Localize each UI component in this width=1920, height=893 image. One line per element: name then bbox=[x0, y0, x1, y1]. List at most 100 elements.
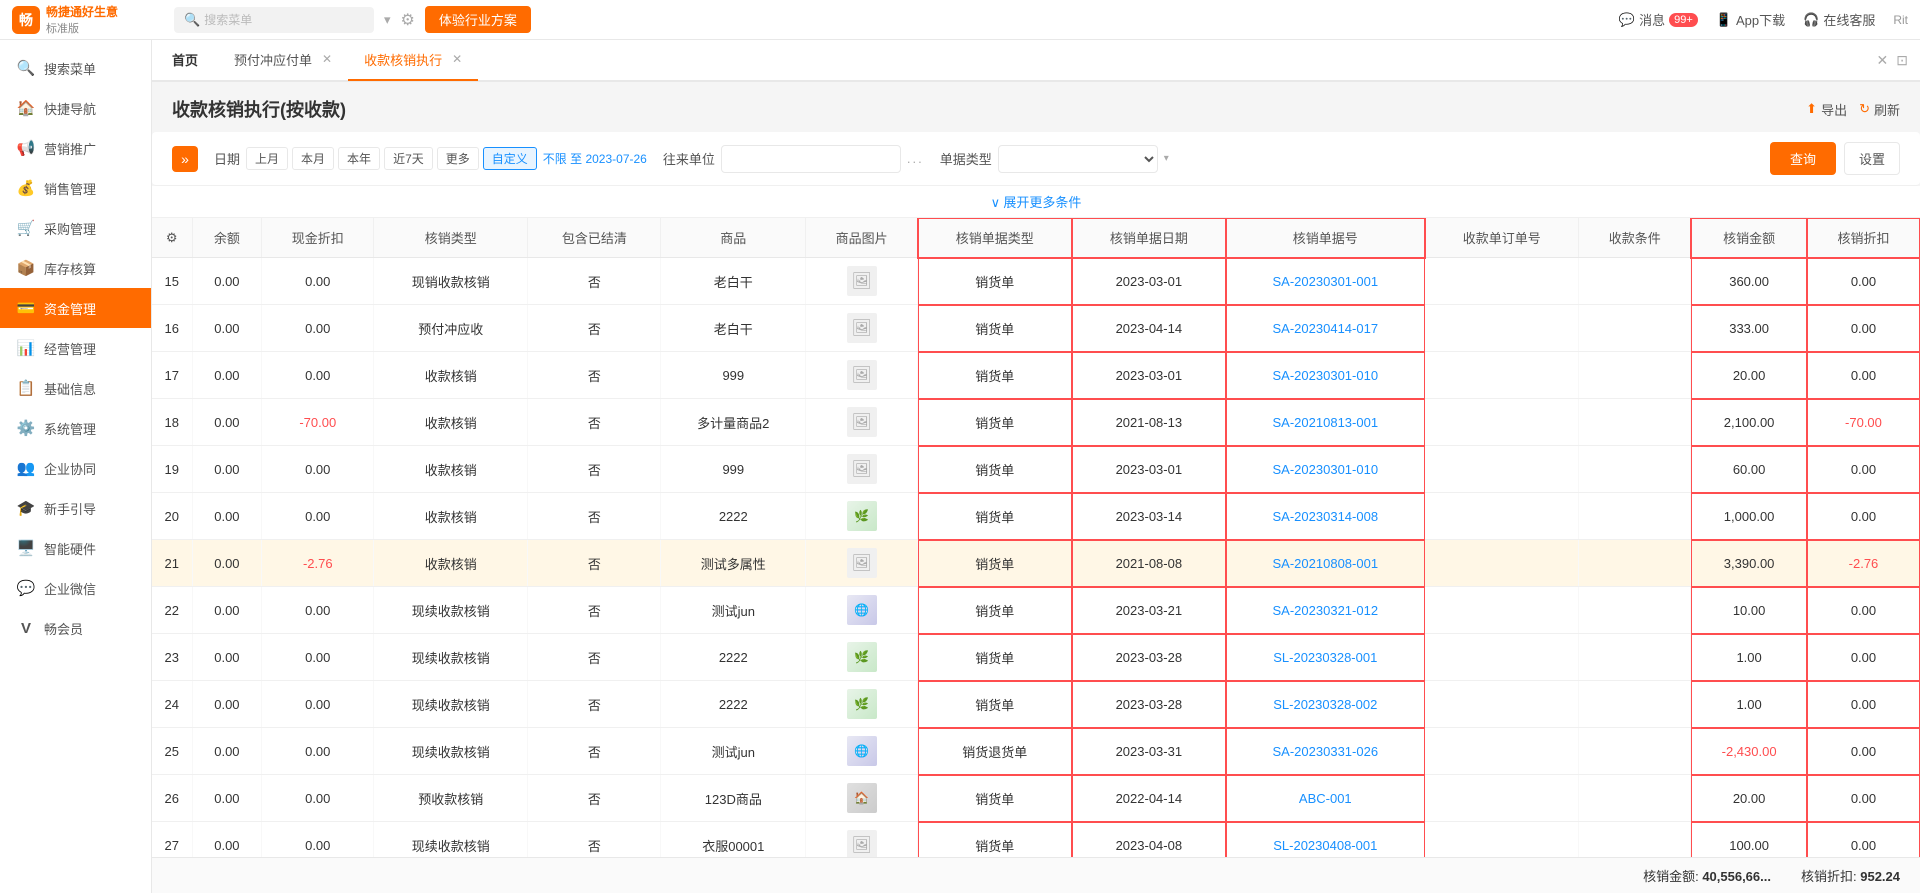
doc-no-link[interactable]: SL-20230408-001 bbox=[1273, 838, 1377, 853]
sidebar-item-nav[interactable]: 🏠 快捷导航 bbox=[0, 88, 151, 128]
cell-writeoff-doc-no[interactable]: SL-20230408-001 bbox=[1226, 822, 1425, 858]
maximize-icon[interactable]: ⊡ bbox=[1896, 52, 1908, 69]
message-btn[interactable]: 💬 消息 99+ bbox=[1619, 10, 1698, 29]
app-download-btn[interactable]: 📱 App下载 bbox=[1716, 10, 1785, 29]
sidebar-item-purchase[interactable]: 🛒 采购管理 bbox=[0, 208, 151, 248]
product-img-thumb: 🌿 bbox=[847, 501, 877, 531]
expand-conditions-bar[interactable]: ∨ 展开更多条件 bbox=[152, 186, 1920, 218]
cell-writeoff-doc-no[interactable]: SA-20230331-026 bbox=[1226, 728, 1425, 775]
cell-writeoff-doc-date: 2023-03-21 bbox=[1072, 587, 1226, 634]
sidebar-item-operations[interactable]: 📊 经营管理 bbox=[0, 328, 151, 368]
query-btn[interactable]: 查询 bbox=[1770, 142, 1836, 175]
doc-no-link[interactable]: SA-20230331-026 bbox=[1273, 744, 1379, 759]
doc-no-link[interactable]: SA-20230321-012 bbox=[1273, 603, 1379, 618]
logo-area: 畅 畅捷通好生意 标准版 bbox=[12, 3, 164, 36]
table-row: 27 0.00 0.00 现续收款核销 否 衣服00001 🖼 销货单 2023… bbox=[152, 822, 1920, 858]
date-more[interactable]: 更多 bbox=[437, 147, 479, 170]
cell-writeoff-doc-type: 销货单 bbox=[918, 399, 1072, 446]
sidebar-item-basic-info[interactable]: 📋 基础信息 bbox=[0, 368, 151, 408]
date-this-year[interactable]: 本年 bbox=[338, 147, 380, 170]
cell-writeoff-doc-no[interactable]: SA-20230321-012 bbox=[1226, 587, 1425, 634]
receipt-type-group: 单据类型 ▾ bbox=[940, 145, 1169, 173]
chevron-down-icon: ▾ bbox=[384, 12, 391, 28]
cell-include-settled: 否 bbox=[528, 493, 661, 540]
doc-no-link[interactable]: SL-20230328-002 bbox=[1273, 697, 1377, 712]
cell-include-settled: 否 bbox=[528, 258, 661, 305]
table-container[interactable]: ⚙ 余额 现金折扣 核销类型 包含已结清 商品 商品图片 核销单据类型 核销单据… bbox=[152, 218, 1920, 857]
industry-btn[interactable]: 体验行业方案 bbox=[425, 6, 531, 33]
doc-no-link[interactable]: ABC-001 bbox=[1299, 791, 1352, 806]
source-unit-input[interactable] bbox=[721, 145, 901, 173]
cell-writeoff-doc-no[interactable]: SA-20210813-001 bbox=[1226, 399, 1425, 446]
cell-writeoff-doc-type: 销货单 bbox=[918, 822, 1072, 858]
cell-writeoff-type: 预收款核销 bbox=[374, 775, 528, 822]
cell-writeoff-doc-no[interactable]: SA-20230301-010 bbox=[1226, 446, 1425, 493]
gear-icon[interactable]: ⚙ bbox=[401, 10, 415, 30]
sidebar-item-wechat[interactable]: 💬 企业微信 bbox=[0, 568, 151, 608]
cell-writeoff-doc-no[interactable]: SA-20230314-008 bbox=[1226, 493, 1425, 540]
sidebar-item-marketing[interactable]: 📢 营销推广 bbox=[0, 128, 151, 168]
sidebar-item-guide[interactable]: 🎓 新手引导 bbox=[0, 488, 151, 528]
cell-writeoff-discount: 0.00 bbox=[1807, 587, 1919, 634]
doc-no-link[interactable]: SL-20230328-001 bbox=[1273, 650, 1377, 665]
cell-writeoff-doc-date: 2023-03-31 bbox=[1072, 728, 1226, 775]
cell-writeoff-doc-no[interactable]: SL-20230328-002 bbox=[1226, 681, 1425, 728]
cell-cash-discount: 0.00 bbox=[262, 634, 374, 681]
tab-close-prepay[interactable]: ✕ bbox=[322, 52, 332, 66]
refresh-btn[interactable]: ↻ 刷新 bbox=[1859, 100, 1900, 119]
product-img-placeholder: 🖼 bbox=[847, 830, 877, 857]
date-this-month[interactable]: 本月 bbox=[292, 147, 334, 170]
doc-no-link[interactable]: SA-20230301-001 bbox=[1273, 274, 1379, 289]
doc-no-link[interactable]: SA-20210813-001 bbox=[1273, 415, 1379, 430]
sidebar-item-sales[interactable]: 💰 销售管理 bbox=[0, 168, 151, 208]
sidebar-item-inventory[interactable]: 📦 库存核算 bbox=[0, 248, 151, 288]
cell-product: 老白干 bbox=[661, 305, 806, 352]
service-btn[interactable]: 🎧 在线客服 bbox=[1803, 10, 1875, 29]
receipt-type-select[interactable] bbox=[998, 145, 1158, 173]
cell-writeoff-doc-no[interactable]: SA-20230414-017 bbox=[1226, 305, 1425, 352]
tab-close-writeoff[interactable]: ✕ bbox=[452, 52, 462, 66]
settings-btn[interactable]: 设置 bbox=[1844, 142, 1900, 175]
date-custom[interactable]: 自定义 bbox=[483, 147, 537, 170]
export-btn[interactable]: ⬆ 导出 bbox=[1806, 100, 1847, 119]
tab-home[interactable]: 首页 bbox=[152, 40, 218, 81]
sidebar-item-hardware[interactable]: 🖥️ 智能硬件 bbox=[0, 528, 151, 568]
sidebar-item-finance[interactable]: 💳 资金管理 bbox=[0, 288, 151, 328]
table-row: 19 0.00 0.00 收款核销 否 999 🖼 销货单 2023-03-01… bbox=[152, 446, 1920, 493]
doc-no-link[interactable]: SA-20230301-010 bbox=[1273, 462, 1379, 477]
cell-balance: 0.00 bbox=[192, 775, 262, 822]
cell-writeoff-doc-no[interactable]: ABC-001 bbox=[1226, 775, 1425, 822]
close-window-icon[interactable]: ✕ bbox=[1877, 52, 1889, 69]
table-row: 17 0.00 0.00 收款核销 否 999 🖼 销货单 2023-03-01… bbox=[152, 352, 1920, 399]
filter-toggle-btn[interactable]: » bbox=[172, 146, 198, 172]
tab-prepay[interactable]: 预付冲应付单 ✕ bbox=[218, 40, 348, 81]
search-icon: 🔍 bbox=[16, 58, 36, 78]
cell-writeoff-doc-no[interactable]: SL-20230328-001 bbox=[1226, 634, 1425, 681]
date-last-7-days[interactable]: 近7天 bbox=[384, 147, 433, 170]
tab-writeoff[interactable]: 收款核销执行 ✕ bbox=[348, 40, 478, 81]
cell-writeoff-doc-date: 2022-04-14 bbox=[1072, 775, 1226, 822]
doc-no-link[interactable]: SA-20230301-010 bbox=[1273, 368, 1379, 383]
th-settings[interactable]: ⚙ bbox=[152, 218, 192, 258]
doc-no-link[interactable]: SA-20230414-017 bbox=[1273, 321, 1379, 336]
sidebar-item-search[interactable]: 🔍 搜索菜单 bbox=[0, 48, 151, 88]
cell-writeoff-doc-no[interactable]: SA-20230301-010 bbox=[1226, 352, 1425, 399]
sidebar-item-collab[interactable]: 👥 企业协同 bbox=[0, 448, 151, 488]
cell-product-img: 🌐 bbox=[806, 587, 918, 634]
cell-cash-discount: 0.00 bbox=[262, 446, 374, 493]
cell-writeoff-doc-no[interactable]: SA-20230301-001 bbox=[1226, 258, 1425, 305]
cell-writeoff-doc-no[interactable]: SA-20210808-001 bbox=[1226, 540, 1425, 587]
cell-id: 25 bbox=[152, 728, 192, 775]
doc-no-link[interactable]: SA-20230314-008 bbox=[1273, 509, 1379, 524]
doc-no-link[interactable]: SA-20210808-001 bbox=[1273, 556, 1379, 571]
sidebar-item-system[interactable]: ⚙️ 系统管理 bbox=[0, 408, 151, 448]
cell-include-settled: 否 bbox=[528, 352, 661, 399]
cell-balance: 0.00 bbox=[192, 681, 262, 728]
date-filter-group: 日期 上月 本月 本年 近7天 更多 自定义 不限 至 2023-07-26 bbox=[214, 147, 647, 170]
inventory-icon: 📦 bbox=[16, 258, 36, 278]
date-last-month[interactable]: 上月 bbox=[246, 147, 288, 170]
cell-product: 2222 bbox=[661, 493, 806, 540]
cell-writeoff-discount: 0.00 bbox=[1807, 352, 1919, 399]
sidebar-item-member[interactable]: V 畅会员 bbox=[0, 608, 151, 648]
cell-cash-discount: 0.00 bbox=[262, 728, 374, 775]
